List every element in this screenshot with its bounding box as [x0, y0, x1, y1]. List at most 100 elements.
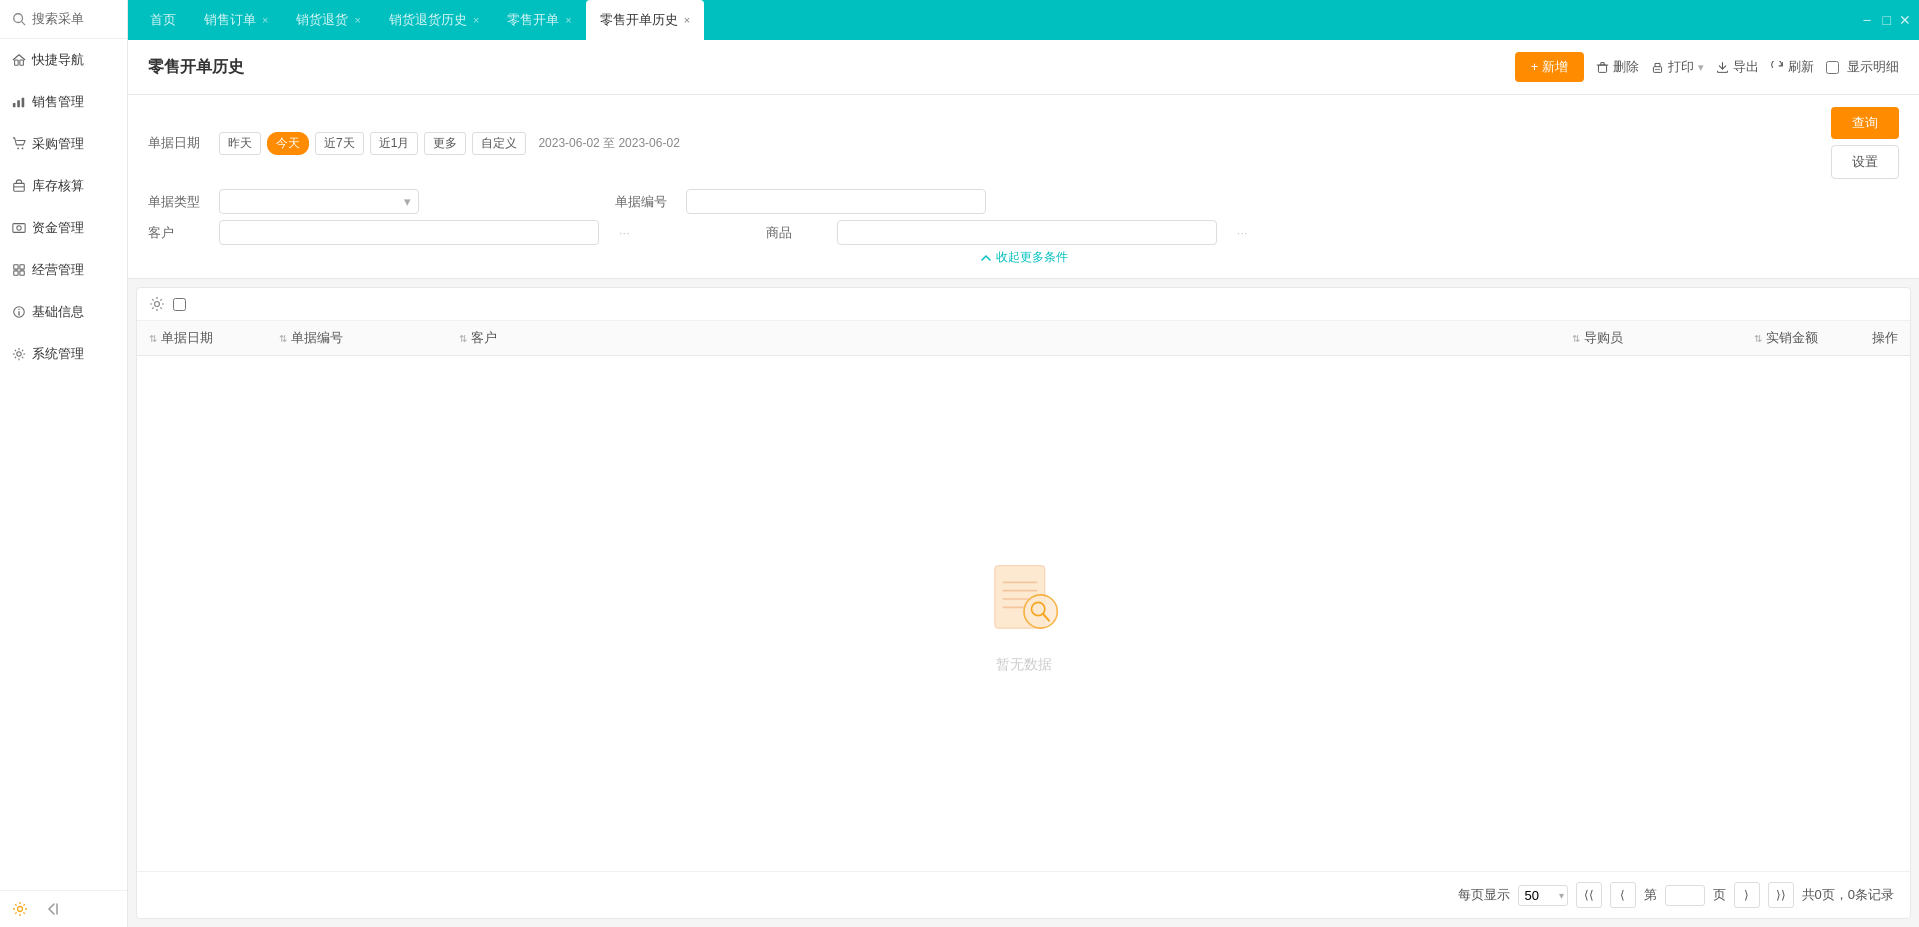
- tab-retail-open-close[interactable]: ×: [565, 14, 571, 26]
- print-button[interactable]: 打印 ▾: [1651, 58, 1704, 76]
- date-btn-more[interactable]: 更多: [424, 132, 466, 155]
- svg-point-8: [22, 148, 24, 150]
- date-btn-yesterday[interactable]: 昨天: [219, 132, 261, 155]
- svg-rect-15: [14, 271, 18, 275]
- per-page-select[interactable]: 10 20 50 100: [1518, 885, 1568, 906]
- th-amount-sort[interactable]: ⇅: [1754, 333, 1762, 344]
- table-settings-icon[interactable]: [149, 296, 165, 312]
- tab-retail-open[interactable]: 零售开单 ×: [493, 0, 585, 40]
- tab-sales-return-close[interactable]: ×: [354, 14, 360, 26]
- tab-sales-return-history-close[interactable]: ×: [473, 14, 479, 26]
- sys-icon: [12, 347, 26, 361]
- tab-retail-open-label: 零售开单: [507, 11, 559, 29]
- date-btn-1month[interactable]: 近1月: [370, 132, 419, 155]
- display-button[interactable]: 显示明细: [1826, 58, 1899, 76]
- settings-icon[interactable]: [12, 901, 28, 917]
- goods-dots[interactable]: ···: [1237, 225, 1248, 240]
- sidebar-item-finance[interactable]: 资金管理: [0, 207, 127, 249]
- th-date-sort[interactable]: ⇅: [149, 333, 157, 344]
- svg-point-7: [17, 148, 19, 150]
- sidebar: 搜索采单 快捷导航 销售管理 采购管理: [0, 0, 128, 927]
- refresh-button[interactable]: 刷新: [1771, 58, 1814, 76]
- maximize-btn[interactable]: □: [1883, 12, 1891, 28]
- tab-bar: 首页 销售订单 × 销货退货 × 销货退货历史 × 零售开单 × 零售开单历史 …: [128, 0, 1919, 40]
- page-word: 第: [1644, 886, 1657, 904]
- header-actions: + 新增 删除: [1515, 52, 1899, 82]
- tab-retail-open-history[interactable]: 零售开单历史 ×: [586, 0, 704, 40]
- th-customer-sort[interactable]: ⇅: [459, 333, 467, 344]
- customer-label: 客户: [148, 224, 203, 242]
- svg-rect-23: [1598, 65, 1606, 72]
- svg-rect-14: [20, 265, 24, 269]
- sidebar-item-ops[interactable]: 经营管理: [0, 249, 127, 291]
- delete-button[interactable]: 删除: [1596, 58, 1639, 76]
- date-btn-7days[interactable]: 近7天: [315, 132, 364, 155]
- empty-text: 暂无数据: [996, 656, 1052, 674]
- date-btn-group: 昨天 今天 近7天 近1月 更多 自定义 2023-06-02 至 2023-0…: [219, 132, 680, 155]
- last-page-btn[interactable]: ⟩⟩: [1768, 882, 1794, 908]
- num-input[interactable]: [686, 189, 986, 214]
- next-page-btn[interactable]: ⟩: [1734, 882, 1760, 908]
- date-btn-today[interactable]: 今天: [267, 132, 309, 155]
- add-button[interactable]: + 新增: [1515, 52, 1584, 82]
- close-btn[interactable]: ✕: [1899, 12, 1911, 28]
- tab-sales-return-history[interactable]: 销货退货历史 ×: [375, 0, 493, 40]
- date-btn-custom[interactable]: 自定义: [472, 132, 526, 155]
- th-num-sort[interactable]: ⇅: [279, 333, 287, 344]
- th-amount-label: 实销金额: [1766, 329, 1818, 347]
- page-unit: 页: [1713, 886, 1726, 904]
- sidebar-label-ops: 经营管理: [32, 261, 84, 279]
- filter-row-1: 单据日期 昨天 今天 近7天 近1月 更多 自定义 2023-06-02 至 2…: [148, 107, 1899, 179]
- customer-input[interactable]: [219, 220, 599, 245]
- collapse-bar[interactable]: 收起更多条件: [148, 245, 1899, 266]
- minimize-btn[interactable]: －: [1859, 10, 1875, 31]
- sidebar-item-purchase-mgmt[interactable]: 采购管理: [0, 123, 127, 165]
- sidebar-label-finance: 资金管理: [32, 219, 84, 237]
- svg-rect-11: [13, 224, 25, 233]
- sidebar-item-sys-mgmt[interactable]: 系统管理: [0, 333, 127, 375]
- empty-illustration: [974, 554, 1074, 644]
- goods-input[interactable]: [837, 220, 1217, 245]
- svg-point-0: [14, 14, 23, 23]
- table-area: ⇅ 单据日期 ⇅ 单据编号 ⇅ 客户 ⇅ 导购员 ⇅ 实销金额: [136, 287, 1911, 919]
- svg-rect-6: [22, 98, 25, 108]
- customer-dots[interactable]: ···: [619, 225, 630, 240]
- collapse-sidebar-icon[interactable]: [44, 901, 60, 917]
- svg-rect-29: [1655, 69, 1660, 70]
- query-button[interactable]: 查询: [1831, 107, 1899, 139]
- svg-point-21: [18, 907, 23, 912]
- tab-home[interactable]: 首页: [136, 0, 190, 40]
- export-label: 导出: [1733, 58, 1759, 76]
- print-icon: [1651, 61, 1664, 74]
- table-header: ⇅ 单据日期 ⇅ 单据编号 ⇅ 客户 ⇅ 导购员 ⇅ 实销金额: [137, 321, 1910, 356]
- filter-row-customer: 客户 ··· 商品 ···: [148, 220, 1899, 245]
- tab-retail-open-history-close[interactable]: ×: [684, 14, 690, 26]
- home-icon: [12, 53, 26, 67]
- th-guide-sort[interactable]: ⇅: [1572, 333, 1580, 344]
- sidebar-item-basic-info[interactable]: 基础信息: [0, 291, 127, 333]
- sidebar-search[interactable]: 搜索采单: [0, 0, 127, 39]
- sidebar-item-sales-mgmt[interactable]: 销售管理: [0, 81, 127, 123]
- sidebar-item-inventory[interactable]: 库存核算: [0, 165, 127, 207]
- display-checkbox[interactable]: [1826, 61, 1839, 74]
- collapse-label: 收起更多条件: [996, 249, 1068, 266]
- first-page-btn[interactable]: ⟨⟨: [1576, 882, 1602, 908]
- empty-state: 暂无数据: [137, 356, 1910, 871]
- tab-retail-open-history-label: 零售开单历史: [600, 11, 678, 29]
- tab-sales-order-close[interactable]: ×: [262, 14, 268, 26]
- select-all-checkbox[interactable]: [173, 298, 186, 311]
- prev-page-btn[interactable]: ⟨: [1610, 882, 1636, 908]
- set-button[interactable]: 设置: [1831, 145, 1899, 179]
- box-icon: [12, 179, 26, 193]
- tab-sales-return[interactable]: 销货退货 ×: [282, 0, 374, 40]
- svg-point-36: [1024, 594, 1057, 627]
- export-button[interactable]: 导出: [1716, 58, 1759, 76]
- tab-sales-order[interactable]: 销售订单 ×: [190, 0, 282, 40]
- svg-rect-4: [13, 103, 16, 107]
- page-input[interactable]: 1: [1665, 885, 1705, 906]
- type-select[interactable]: [219, 189, 419, 214]
- page-content: 零售开单历史 + 新增 删除: [128, 40, 1919, 927]
- type-select-wrapper: [219, 189, 419, 214]
- delete-icon: [1596, 61, 1609, 74]
- sidebar-item-quick-nav[interactable]: 快捷导航: [0, 39, 127, 81]
